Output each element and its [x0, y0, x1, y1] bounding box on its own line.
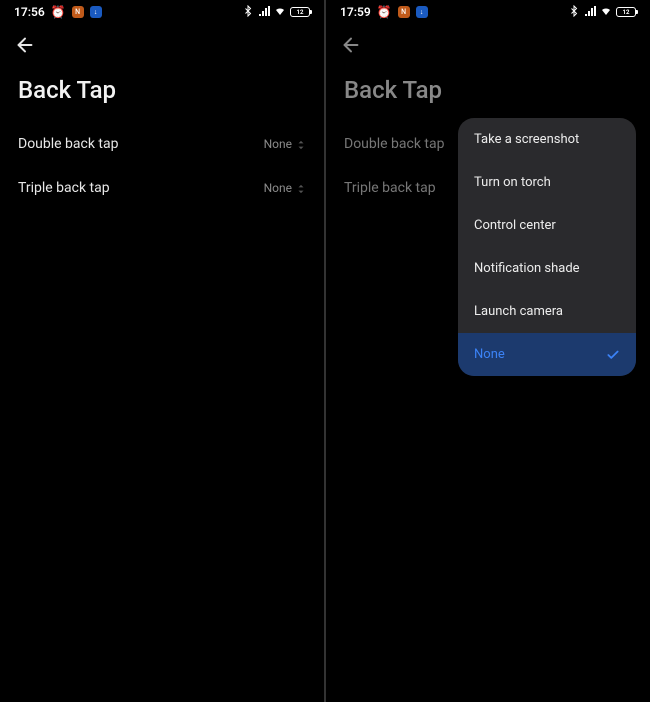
bluetooth-icon: [568, 5, 580, 20]
chevron-updown-icon: [296, 183, 306, 193]
popup-item-control-center[interactable]: Control center: [458, 204, 636, 247]
status-bar: 17:59 ⏰ N ↓ 12: [326, 0, 650, 24]
back-button[interactable]: [14, 34, 36, 56]
popup-item-launch-camera[interactable]: Launch camera: [458, 290, 636, 333]
status-time: 17:59: [340, 5, 371, 19]
wifi-icon: [600, 5, 612, 20]
page-title: Back Tap: [326, 66, 650, 122]
popup-item-notification-shade[interactable]: Notification shade: [458, 247, 636, 290]
signal-icon: [584, 5, 596, 20]
wifi-icon: [274, 5, 286, 20]
popup-item-torch[interactable]: Turn on torch: [458, 161, 636, 204]
status-badge-orange: N: [398, 6, 410, 18]
setting-label: Double back tap: [344, 136, 444, 152]
signal-icon: [258, 5, 270, 20]
triple-back-tap-row[interactable]: Triple back tap None: [0, 166, 324, 210]
popup-item-none[interactable]: None: [458, 333, 636, 376]
status-badge-blue: ↓: [90, 6, 102, 18]
status-bar: 17:56 ⏰ N ↓ 12: [0, 0, 324, 24]
chevron-updown-icon: [296, 139, 306, 149]
phone-right: 17:59 ⏰ N ↓ 12 Back Tap Double back tap …: [326, 0, 650, 702]
check-icon: [606, 348, 620, 362]
setting-label: Triple back tap: [344, 180, 436, 196]
back-button[interactable]: [340, 34, 362, 56]
double-back-tap-row[interactable]: Double back tap None: [0, 122, 324, 166]
setting-label: Triple back tap: [18, 180, 110, 196]
popup-item-screenshot[interactable]: Take a screenshot: [458, 118, 636, 161]
battery-icon: 12: [616, 7, 636, 17]
alarm-icon: ⏰: [377, 5, 392, 19]
setting-label: Double back tap: [18, 136, 118, 152]
battery-icon: 12: [290, 7, 310, 17]
status-badge-orange: N: [72, 6, 84, 18]
bluetooth-icon: [242, 5, 254, 20]
status-badge-blue: ↓: [416, 6, 428, 18]
alarm-icon: ⏰: [51, 5, 66, 19]
page-title: Back Tap: [0, 66, 324, 122]
setting-value: None: [264, 181, 292, 195]
setting-value: None: [264, 137, 292, 151]
status-time: 17:56: [14, 5, 45, 19]
phone-left: 17:56 ⏰ N ↓ 12 Back Tap Double back tap …: [0, 0, 324, 702]
options-popup: Take a screenshot Turn on torch Control …: [458, 118, 636, 376]
